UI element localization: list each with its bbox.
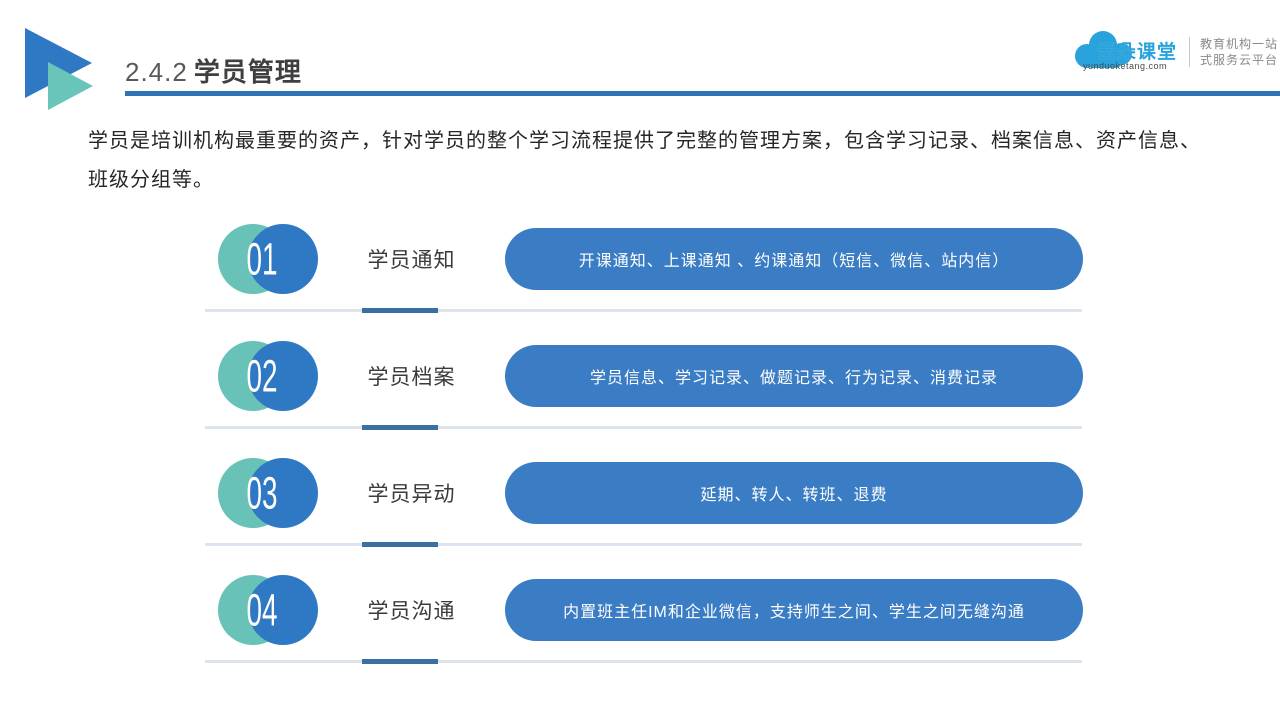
feature-description: 学员信息、学习记录、做题记录、行为记录、消费记录 [590,364,998,388]
feature-description: 延期、转人、转班、退费 [700,481,887,505]
feature-description-pill: 内置班主任IM和企业微信，支持师生之间、学生之间无缝沟通 [505,579,1083,641]
brand-domain: yunduoketang.com [1083,61,1167,71]
badge-number: 04 [246,587,277,632]
decorative-triangles-icon [18,20,98,115]
brand-name: 云朵课堂 [1097,37,1177,64]
section-number: 2.4.2 [125,57,188,87]
badge-number: 01 [246,236,277,281]
brand-logo: 云朵课堂 yunduoketang.com 教育机构一站 式服务云平台 [1075,28,1278,76]
feature-row-communicate: 04 学员沟通 内置班主任IM和企业微信，支持师生之间、学生之间无缝沟通 [205,551,1082,668]
row-divider-accent [362,542,438,547]
brand-tagline: 教育机构一站 式服务云平台 [1200,36,1278,68]
feature-description: 内置班主任IM和企业微信，支持师生之间、学生之间无缝沟通 [563,598,1025,622]
feature-row-notify: 01 学员通知 开课通知、上课通知 、约课通知（短信、微信、站内信） [205,200,1082,317]
brand-tagline-line1: 教育机构一站 [1200,36,1278,52]
row-divider-accent [362,659,438,664]
feature-description-pill: 延期、转人、转班、退费 [505,462,1083,524]
number-badge: 02 [218,340,318,412]
feature-row-archive: 02 学员档案 学员信息、学习记录、做题记录、行为记录、消费记录 [205,317,1082,434]
row-divider [205,426,1082,429]
title-underline [125,91,1280,96]
section-title: 学员管理 [194,57,302,87]
number-badge: 01 [218,223,318,295]
brand-tagline-line2: 式服务云平台 [1200,52,1278,68]
intro-paragraph: 学员是培训机构最重要的资产，针对学员的整个学习流程提供了完整的管理方案，包含学习… [88,122,1218,200]
number-badge: 03 [218,457,318,529]
feature-description-pill: 学员信息、学习记录、做题记录、行为记录、消费记录 [505,345,1083,407]
row-divider-accent [362,425,438,430]
badge-number: 03 [246,470,277,515]
feature-list: 01 学员通知 开课通知、上课通知 、约课通知（短信、微信、站内信） 02 学员… [205,200,1082,668]
feature-label: 学员异动 [318,478,505,508]
row-divider [205,543,1082,546]
feature-label: 学员通知 [318,244,505,274]
feature-row-transfer: 03 学员异动 延期、转人、转班、退费 [205,434,1082,551]
feature-description-pill: 开课通知、上课通知 、约课通知（短信、微信、站内信） [505,228,1083,290]
row-divider [205,309,1082,312]
feature-label: 学员档案 [318,361,505,391]
badge-number: 02 [246,353,277,398]
page-title: 2.4.2学员管理 [125,52,302,89]
row-divider-accent [362,308,438,313]
logo-divider [1189,37,1190,67]
number-badge: 04 [218,574,318,646]
feature-description: 开课通知、上课通知 、约课通知（短信、微信、站内信） [579,247,1009,271]
feature-label: 学员沟通 [318,595,505,625]
slide: 2.4.2学员管理 云朵课堂 yunduoketang.com 教育机构一站 式… [0,0,1280,720]
logo-mark: 云朵课堂 yunduoketang.com [1075,28,1177,76]
row-divider [205,660,1082,663]
